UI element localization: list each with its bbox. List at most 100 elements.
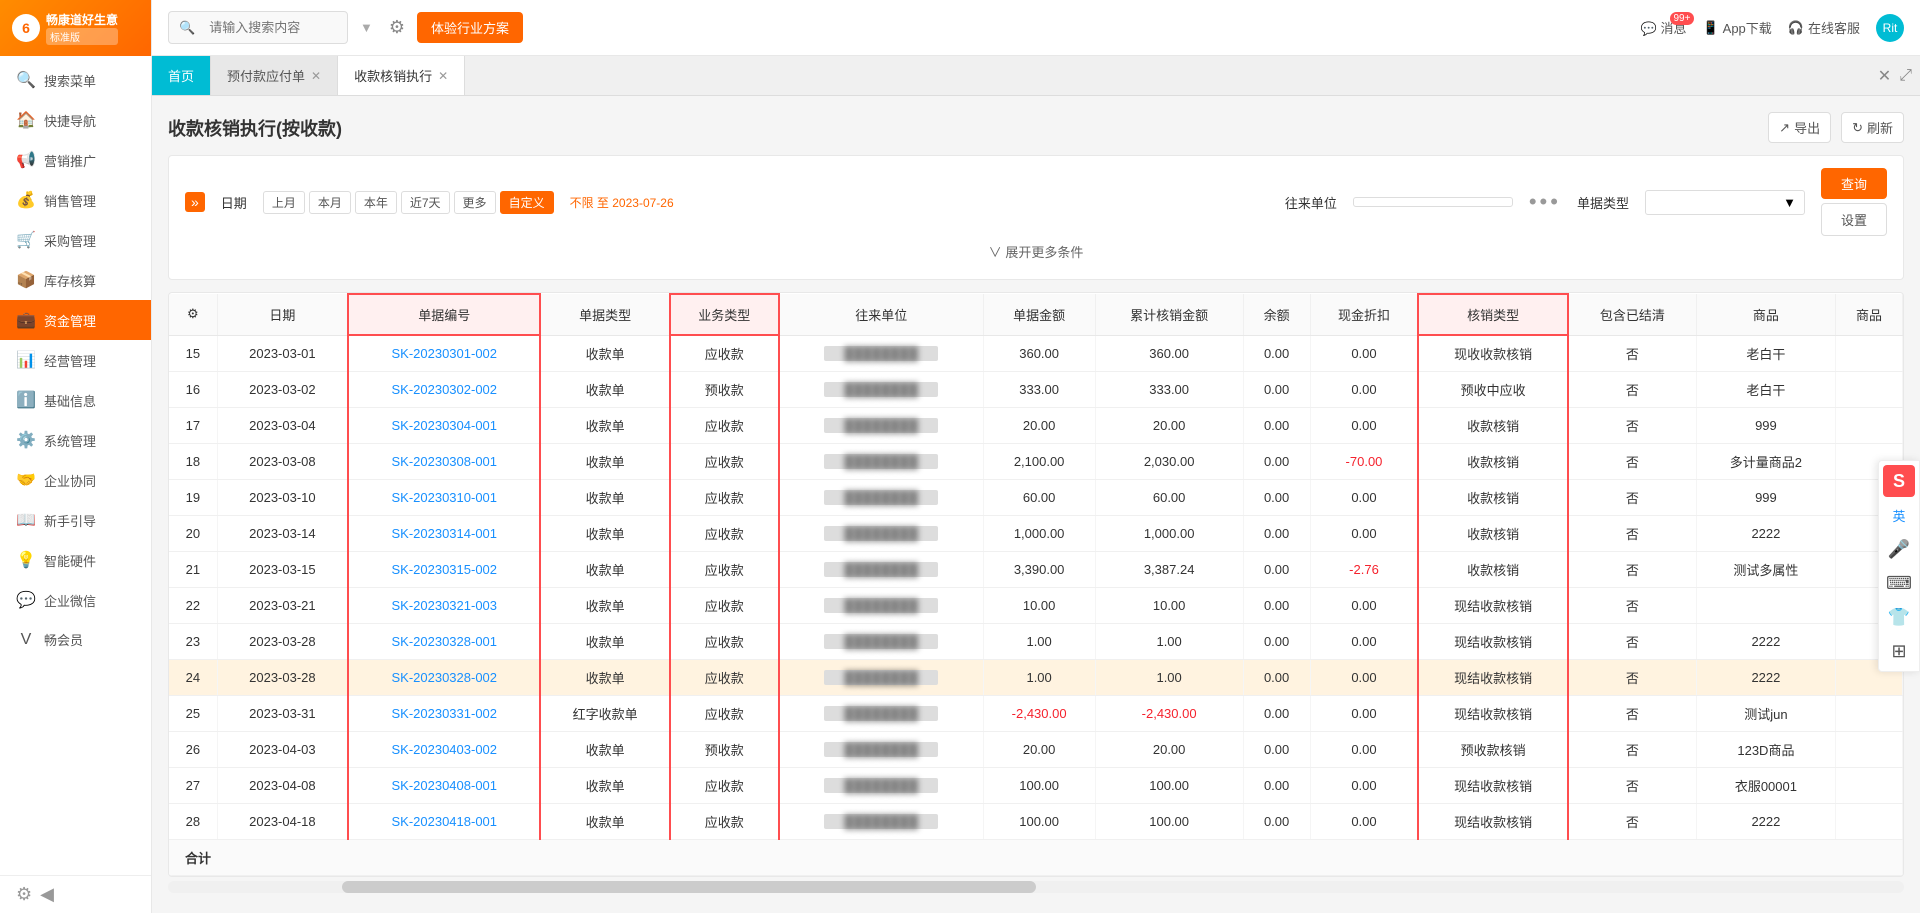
solution-button[interactable]: 体验行业方案 (417, 12, 523, 43)
custom-btn[interactable]: 自定义 (500, 191, 554, 214)
sidebar-item-operations[interactable]: 📊 经营管理 (0, 340, 151, 380)
sidebar-label-enterprise: 企业协同 (44, 471, 96, 490)
s-icon[interactable]: S (1883, 465, 1915, 497)
col-balance[interactable]: 余额 (1243, 294, 1310, 335)
sidebar-item-member[interactable]: V 畅会员 (0, 620, 151, 659)
col-product[interactable]: 商品 (1696, 294, 1835, 335)
bill-no-link[interactable]: SK-20230418-001 (391, 814, 497, 829)
col-partner[interactable]: 往来单位 (779, 294, 983, 335)
row-num: 20 (169, 516, 217, 552)
row-product2 (1835, 408, 1902, 444)
user-avatar[interactable]: Rit (1876, 14, 1904, 42)
this-month-btn[interactable]: 本月 (309, 191, 351, 214)
sidebar-item-hardware[interactable]: 💡 智能硬件 (0, 540, 151, 580)
sidebar-item-purchase[interactable]: 🛒 采购管理 (0, 220, 151, 260)
table-row: 19 2023-03-10 SK-20230310-001 收款单 应收款 ██… (169, 480, 1903, 516)
settings-bottom-icon[interactable]: ⚙ (16, 884, 32, 905)
sidebar-item-inventory[interactable]: 📦 库存核算 (0, 260, 151, 300)
sidebar-item-quick-nav[interactable]: 🏠 快捷导航 (0, 100, 151, 140)
query-button[interactable]: 查询 (1821, 168, 1887, 199)
more-btn[interactable]: 更多 (454, 191, 496, 214)
topbar-gear-icon[interactable]: ⚙ (389, 17, 405, 38)
refresh-button[interactable]: ↻ 刷新 (1841, 112, 1904, 143)
search-input[interactable] (199, 16, 379, 39)
last-month-btn[interactable]: 上月 (263, 191, 305, 214)
bill-no-link[interactable]: SK-20230331-002 (391, 706, 497, 721)
col-include-settled[interactable]: 包含已结清 (1568, 294, 1697, 335)
float-mic-icon[interactable]: 🎤 (1883, 533, 1915, 565)
float-grid-icon[interactable]: ⊞ (1883, 635, 1915, 667)
col-cash-discount[interactable]: 现金折扣 (1310, 294, 1418, 335)
sidebar-item-marketing[interactable]: 📢 营销推广 (0, 140, 151, 180)
app-download-button[interactable]: 📱 App下载 (1702, 18, 1771, 37)
online-service-button[interactable]: 🎧 在线客服 (1788, 18, 1860, 37)
expand-tabs-icon[interactable]: ⤢ (1899, 67, 1912, 85)
bill-no-link[interactable]: SK-20230328-001 (391, 634, 497, 649)
col-product2[interactable]: 商品 (1835, 294, 1902, 335)
row-cash-discount: -2.76 (1310, 552, 1418, 588)
col-settings[interactable]: ⚙ (169, 294, 217, 335)
topbar-dropdown[interactable]: ▼ (360, 20, 373, 35)
tab-payable-close[interactable]: ✕ (311, 69, 321, 83)
row-cash-discount: 0.00 (1310, 335, 1418, 372)
close-all-icon[interactable]: ✕ (1878, 66, 1891, 86)
bill-no-link[interactable]: SK-20230328-002 (391, 670, 497, 685)
row-num: 15 (169, 335, 217, 372)
col-bill-amount[interactable]: 单据金额 (983, 294, 1095, 335)
bill-no-link[interactable]: SK-20230304-001 (391, 418, 497, 433)
row-write-off-type: 现结收款核销 (1418, 624, 1568, 660)
bill-no-link[interactable]: SK-20230308-001 (391, 454, 497, 469)
sidebar-item-guide[interactable]: 📖 新手引导 (0, 500, 151, 540)
tab-payable[interactable]: 预付款应付单 ✕ (211, 56, 338, 95)
sidebar-item-basic[interactable]: ℹ️ 基础信息 (0, 380, 151, 420)
tab-collect-close[interactable]: ✕ (438, 69, 448, 83)
tab-collect-write-off[interactable]: 收款核销执行 ✕ (338, 56, 465, 95)
row-biz-type: 应收款 (670, 804, 779, 840)
tab-home[interactable]: 首页 (152, 56, 211, 95)
last7-btn[interactable]: 近7天 (401, 191, 450, 214)
bill-no-link[interactable]: SK-20230315-002 (391, 562, 497, 577)
guide-icon: 📖 (16, 510, 36, 530)
sidebar-item-wechat[interactable]: 💬 企业微信 (0, 580, 151, 620)
sidebar-item-enterprise[interactable]: 🤝 企业协同 (0, 460, 151, 500)
float-keyboard-icon[interactable]: ⌨ (1883, 567, 1915, 599)
message-button[interactable]: 💬 消息 99+ (1641, 18, 1687, 37)
bill-type-dropdown[interactable]: ▼ (1645, 190, 1805, 215)
export-icon: ↗ (1779, 120, 1790, 136)
col-bill-type[interactable]: 单据类型 (540, 294, 669, 335)
sidebar-item-system[interactable]: ⚙️ 系统管理 (0, 420, 151, 460)
expand-bar[interactable]: ∨ 展开更多条件 (185, 236, 1887, 267)
bill-no-link[interactable]: SK-20230314-001 (391, 526, 497, 541)
this-year-btn[interactable]: 本年 (355, 191, 397, 214)
row-bill-amount: 2,100.00 (983, 444, 1095, 480)
collapse-icon[interactable]: ◀ (40, 884, 54, 905)
table-scrollbar[interactable] (168, 881, 1904, 893)
bill-no-link[interactable]: SK-20230403-002 (391, 742, 497, 757)
sidebar-item-finance[interactable]: 💼 资金管理 (0, 300, 151, 340)
filter-toggle-icon[interactable]: » (185, 192, 205, 212)
col-bill-no[interactable]: 单据编号 (348, 294, 540, 335)
sidebar-item-sales[interactable]: 💰 销售管理 (0, 180, 151, 220)
bill-no-link[interactable]: SK-20230321-003 (391, 598, 497, 613)
sidebar-item-search[interactable]: 🔍 搜索菜单 (0, 60, 151, 100)
sidebar-nav: 🔍 搜索菜单🏠 快捷导航📢 营销推广💰 销售管理🛒 采购管理📦 库存核算💼 资金… (0, 56, 151, 875)
partner-input[interactable] (1353, 197, 1513, 207)
float-toolbar: S 英 🎤 ⌨ 👕 ⊞ (1878, 460, 1920, 672)
col-date[interactable]: 日期 (217, 294, 348, 335)
wechat-icon: 💬 (16, 590, 36, 610)
col-cumulative[interactable]: 累计核销金额 (1095, 294, 1243, 335)
bill-no-link[interactable]: SK-20230302-002 (391, 382, 497, 397)
filter-settings-button[interactable]: 设置 (1821, 203, 1887, 236)
col-biz-type[interactable]: 业务类型 (670, 294, 779, 335)
float-shirt-icon[interactable]: 👕 (1883, 601, 1915, 633)
bill-no-link[interactable]: SK-20230408-001 (391, 778, 497, 793)
row-partner: ████████ (779, 660, 983, 696)
row-biz-type: 应收款 (670, 588, 779, 624)
float-english-icon[interactable]: 英 (1883, 499, 1915, 531)
table-body: 15 2023-03-01 SK-20230301-002 收款单 应收款 ██… (169, 335, 1903, 840)
row-cash-discount: 0.00 (1310, 408, 1418, 444)
export-button[interactable]: ↗ 导出 (1768, 112, 1831, 143)
bill-no-link[interactable]: SK-20230301-002 (391, 346, 497, 361)
bill-no-link[interactable]: SK-20230310-001 (391, 490, 497, 505)
col-write-off-type[interactable]: 核销类型 (1418, 294, 1568, 335)
